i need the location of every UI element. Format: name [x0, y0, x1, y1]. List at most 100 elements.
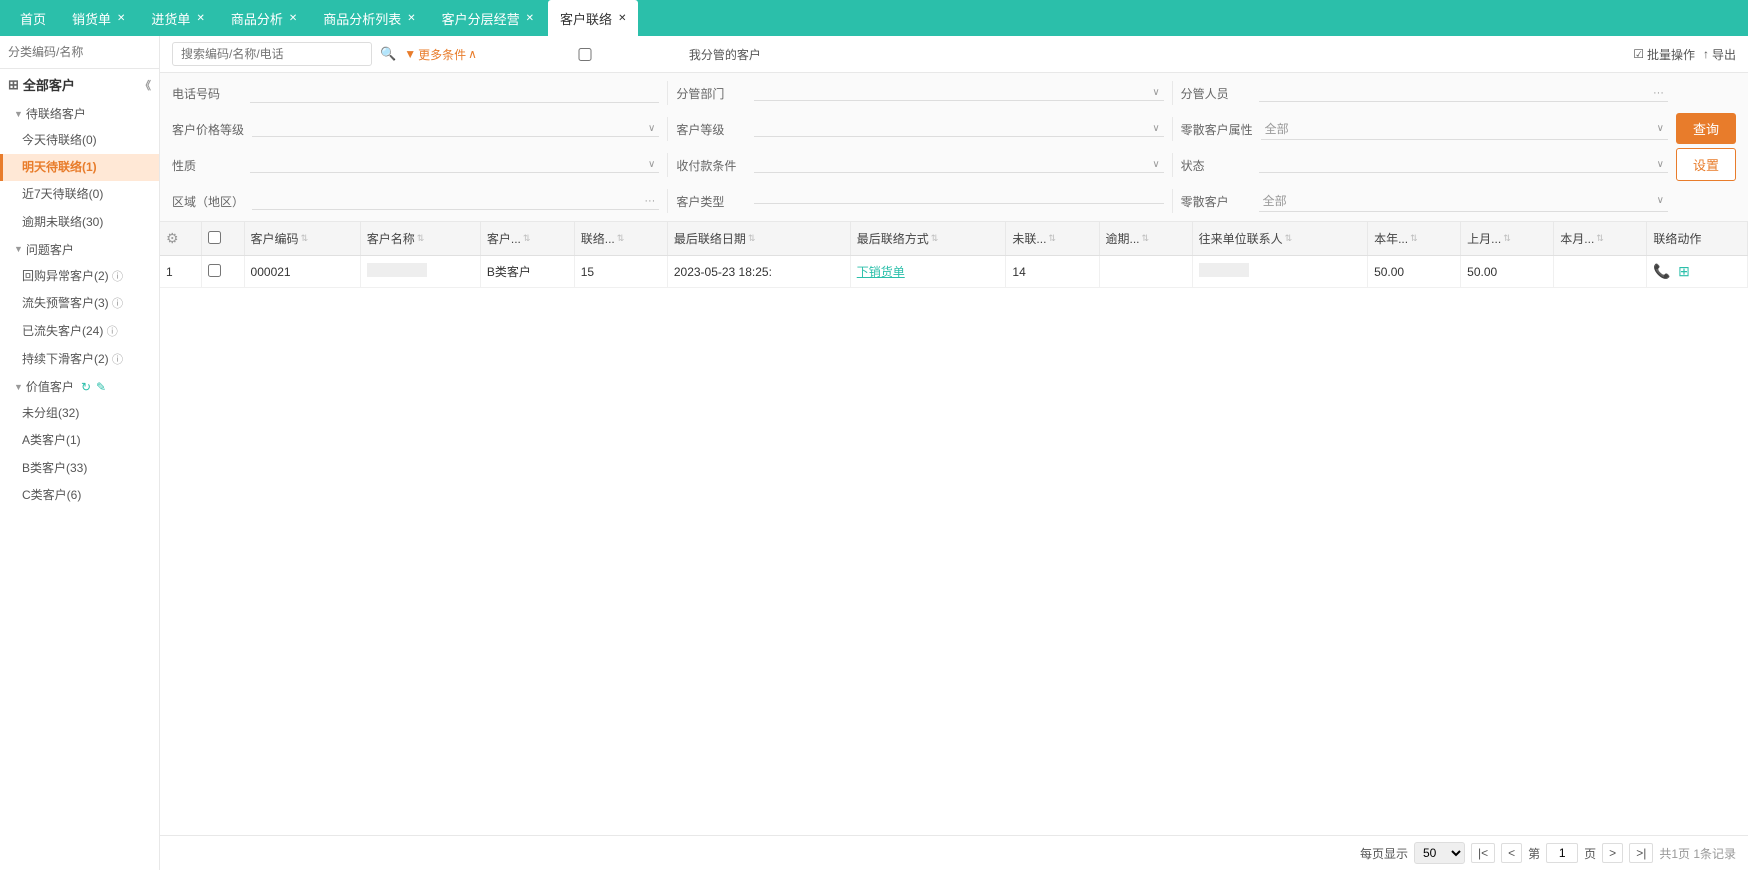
nav-home[interactable]: 首页 [8, 0, 58, 36]
sidebar-group-value-customers[interactable]: ▼ 价值客户 ↻ ✎ [0, 373, 159, 400]
grid-action-icon[interactable]: ⊞ [1678, 263, 1690, 279]
sidebar-item-7day-contact[interactable]: 近7天待联络(0) [0, 181, 159, 208]
sort-icon-this-year: ⇅ [1410, 233, 1418, 244]
close-product-analysis-icon[interactable]: ✕ [289, 13, 297, 24]
col-action: 联络动作 [1647, 222, 1748, 256]
sidebar: 🔍 ⊞ 全部客户 《 ▼ 待联络客户 今天待联络(0) 明天待联络(1) 近7天… [0, 36, 160, 870]
next-page-btn[interactable]: > [1602, 843, 1623, 863]
search-icon[interactable]: 🔍 [380, 46, 396, 62]
divider5 [667, 153, 668, 177]
scatter-customer-select[interactable]: 全部 ∨ [1259, 190, 1668, 212]
filter-row-1: 电话号码 分管部门 ∨ 分管人员 [172, 81, 1668, 105]
col-last-contact-date: 最后联络日期 ⇅ [667, 222, 850, 256]
cell-past-contacts [1192, 256, 1367, 288]
nature-select[interactable]: ∨ [250, 157, 659, 173]
search-input[interactable] [172, 42, 372, 66]
payment-select[interactable]: ∨ [754, 157, 1163, 173]
sidebar-item-tomorrow-contact[interactable]: 明天待联络(1) [0, 154, 159, 181]
sidebar-item-overdue-contact[interactable]: 逾期未联络(30) [0, 209, 159, 236]
nav-product-analysis[interactable]: 商品分析 ✕ [219, 0, 309, 36]
nav-purchase-order[interactable]: 进货单 ✕ [139, 0, 216, 36]
tri-icon2: ▼ [14, 244, 23, 254]
advanced-filters: 电话号码 分管部门 ∨ 分管人员 [160, 73, 1748, 222]
my-customers-checkbox[interactable] [485, 48, 685, 61]
col-gear[interactable]: ⚙ [160, 222, 201, 256]
content-area: 🔍 ▼ 更多条件 ∧ 我分管的客户 ☑ 批量操作 ↑ 导出 [160, 36, 1748, 870]
status-select[interactable]: ∨ [1259, 157, 1668, 173]
cell-last-contact-date: 2023-05-23 18:25: [667, 256, 850, 288]
cell-last-contact-method[interactable]: 下销货单 [850, 256, 1006, 288]
edit-value-icon[interactable]: ✎ [96, 380, 106, 394]
nav-customer-contact[interactable]: 客户联络 ✕ [548, 0, 638, 36]
customer-grade-select[interactable]: ∨ [754, 121, 1163, 137]
sidebar-item-b-class[interactable]: B类客户(33) [0, 455, 159, 482]
sidebar-item-repurchase-anomaly[interactable]: 回购异常客户(2) ⓘ [0, 263, 159, 291]
divider3 [667, 117, 668, 141]
sidebar-group-problem-customers[interactable]: ▼ 问题客户 [0, 236, 159, 263]
cell-checkbox[interactable] [201, 256, 244, 288]
close-customer-segment-icon[interactable]: ✕ [526, 13, 534, 24]
more-conditions-btn[interactable]: ▼ 更多条件 ∧ [404, 46, 477, 63]
col-this-month: 本月... ⇅ [1554, 222, 1647, 256]
dept-select[interactable]: ∨ [754, 85, 1163, 101]
divider2 [1172, 81, 1173, 105]
row-checkbox[interactable] [208, 264, 221, 277]
nav-sales-order[interactable]: 销货单 ✕ [60, 0, 137, 36]
batch-operation-btn[interactable]: ☑ 批量操作 [1633, 46, 1695, 63]
sidebar-item-declining[interactable]: 持续下滑客户(2) ⓘ [0, 346, 159, 374]
divider4 [1172, 117, 1173, 141]
filter-dept: 分管部门 ∨ [676, 85, 1163, 102]
divider7 [667, 189, 668, 213]
grid-icon: ⊞ [8, 77, 19, 93]
last-page-btn[interactable]: >| [1629, 843, 1653, 863]
sidebar-item-today-contact[interactable]: 今天待联络(0) [0, 127, 159, 154]
my-customers-checkbox-container[interactable]: 我分管的客户 [485, 46, 761, 63]
total-info: 共1页 1条记录 [1659, 845, 1736, 862]
phone-action-icon[interactable]: 📞 [1653, 263, 1670, 279]
sort-icon-date: ⇅ [748, 233, 756, 244]
sidebar-item-c-class[interactable]: C类客户(6) [0, 482, 159, 509]
filter-row-4: 区域（地区） ··· 客户类型 [172, 189, 1668, 213]
cell-code: 000021 [244, 256, 360, 288]
region-select[interactable]: ··· [252, 193, 659, 210]
price-grade-select[interactable]: ∨ [252, 121, 659, 137]
sidebar-item-a-class[interactable]: A类客户(1) [0, 427, 159, 454]
sort-icon-last-month: ⇅ [1503, 233, 1511, 244]
divider8 [1172, 189, 1173, 213]
divider6 [1172, 153, 1173, 177]
page-size-select[interactable]: 50 10 20 100 [1414, 842, 1465, 864]
col-uncontacted: 未联... ⇅ [1006, 222, 1099, 256]
prev-page-btn[interactable]: < [1501, 843, 1522, 863]
sidebar-search-container: 🔍 [0, 36, 159, 69]
filter-customer-type: 客户类型 [676, 193, 1163, 210]
customer-type-select[interactable] [754, 199, 1163, 204]
sidebar-group-pending-contact[interactable]: ▼ 待联络客户 [0, 100, 159, 127]
select-all-checkbox[interactable] [208, 231, 221, 244]
phone-input[interactable] [250, 84, 659, 103]
info-icon-3: ⓘ [107, 326, 118, 338]
tri-icon: ▼ [14, 109, 23, 119]
close-product-analysis-list-icon[interactable]: ✕ [407, 13, 415, 24]
settings-btn[interactable]: 设置 [1676, 148, 1736, 181]
sidebar-search-input[interactable] [8, 45, 160, 59]
nav-product-analysis-list[interactable]: 商品分析列表 ✕ [311, 0, 427, 36]
refresh-icon[interactable]: ↻ [81, 380, 91, 394]
sidebar-item-ungrouped[interactable]: 未分组(32) [0, 400, 159, 427]
sort-icon-past-contacts: ⇅ [1285, 233, 1293, 244]
cell-overdue [1099, 256, 1192, 288]
gear-icon[interactable]: ⚙ [166, 230, 179, 246]
nav-customer-segment[interactable]: 客户分层经营 ✕ [430, 0, 546, 36]
sidebar-all-customers[interactable]: ⊞ 全部客户 《 [0, 69, 159, 100]
query-btn[interactable]: 查询 [1676, 113, 1736, 144]
page-number-input[interactable] [1546, 843, 1578, 863]
person-select[interactable]: ··· [1259, 85, 1668, 102]
first-page-btn[interactable]: |< [1471, 843, 1495, 863]
close-sales-order-icon[interactable]: ✕ [117, 13, 125, 24]
sidebar-item-churn-warning[interactable]: 流失预警客户(3) ⓘ [0, 290, 159, 318]
close-purchase-order-icon[interactable]: ✕ [196, 13, 204, 24]
scatter-attr-select[interactable]: 全部 ∨ [1261, 118, 1668, 140]
export-btn[interactable]: ↑ 导出 [1703, 46, 1736, 63]
info-icon-4: ⓘ [112, 354, 123, 366]
close-customer-contact-icon[interactable]: ✕ [618, 13, 626, 24]
sidebar-item-churned[interactable]: 已流失客户(24) ⓘ [0, 318, 159, 346]
